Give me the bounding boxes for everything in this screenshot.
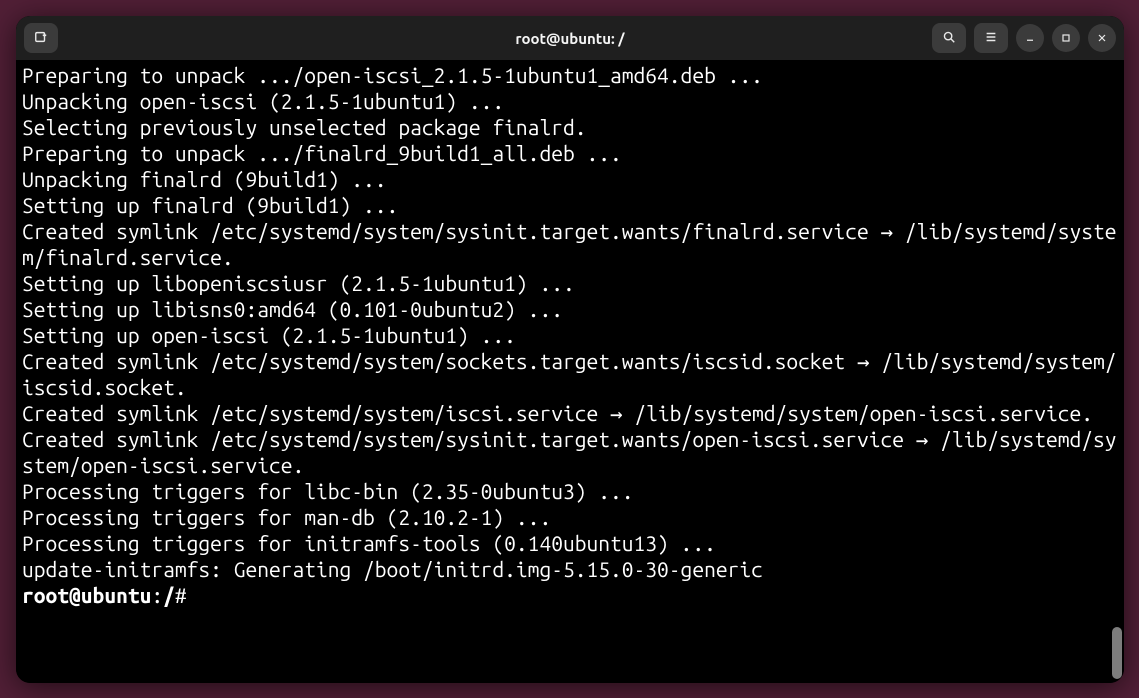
prompt-user: root@ubuntu — [22, 583, 151, 607]
terminal-body[interactable]: Preparing to unpack .../open-iscsi_2.1.5… — [16, 60, 1124, 683]
maximize-icon — [1060, 30, 1072, 47]
search-button[interactable] — [932, 23, 966, 53]
terminal-output: Preparing to unpack .../open-iscsi_2.1.5… — [22, 62, 1118, 582]
maximize-button[interactable] — [1052, 24, 1080, 52]
prompt-line: root@ubuntu:/# — [22, 582, 1118, 608]
minimize-icon — [1024, 30, 1036, 47]
minimize-button[interactable] — [1016, 24, 1044, 52]
titlebar: root@ubuntu: / — [16, 16, 1124, 60]
close-icon — [1096, 30, 1108, 47]
prompt-sep: : — [151, 583, 163, 607]
hamburger-menu-button[interactable] — [974, 23, 1008, 53]
terminal-window: root@ubuntu: / — [16, 16, 1124, 683]
hamburger-menu-icon — [984, 30, 998, 47]
new-tab-icon — [34, 30, 48, 47]
close-button[interactable] — [1088, 24, 1116, 52]
new-tab-button[interactable] — [24, 23, 58, 53]
prompt-path: / — [163, 583, 175, 607]
scrollbar-thumb[interactable] — [1112, 627, 1122, 679]
search-icon — [942, 30, 956, 47]
prompt-symbol: # — [175, 583, 187, 607]
scrollbar-track[interactable] — [1112, 60, 1122, 683]
